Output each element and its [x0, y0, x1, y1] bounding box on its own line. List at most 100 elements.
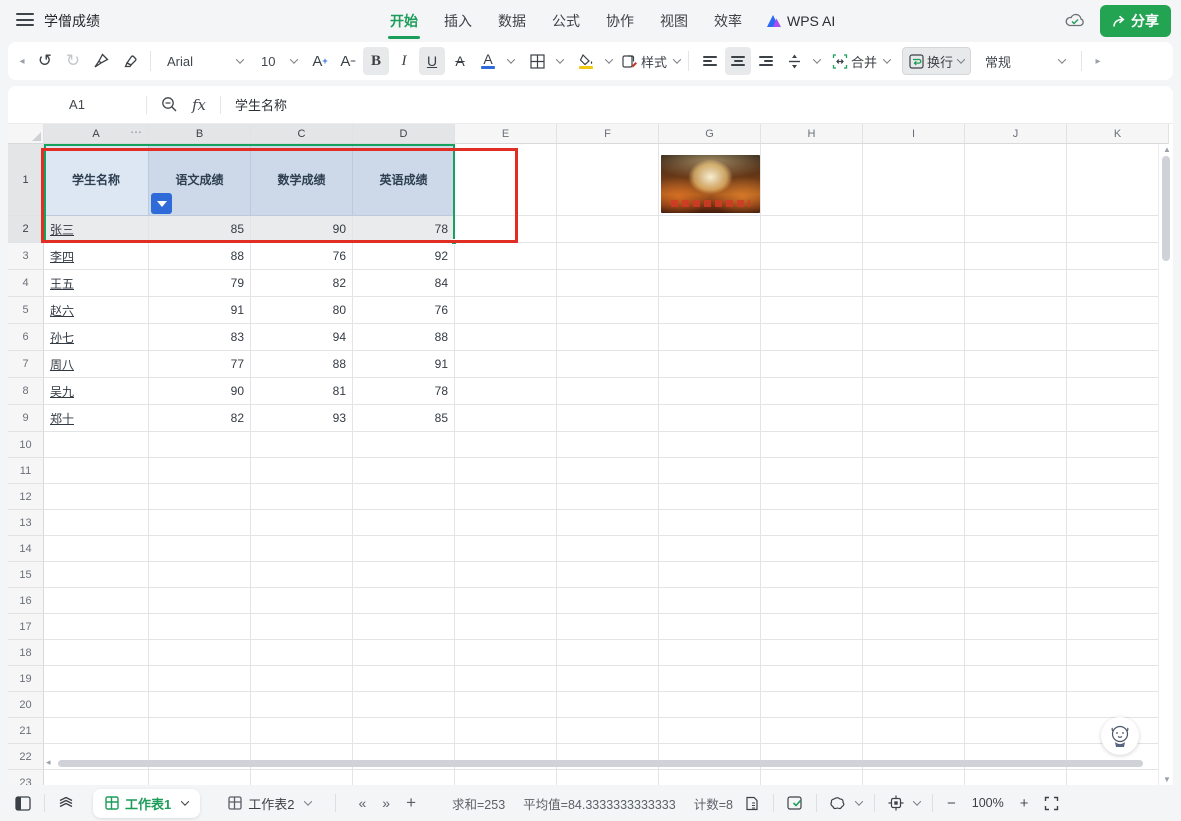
cell-C18[interactable] — [251, 640, 353, 666]
cell-I9[interactable] — [863, 405, 965, 432]
cell-B23[interactable] — [149, 770, 251, 785]
cell-E3[interactable] — [455, 243, 557, 270]
vertical-align-button[interactable] — [781, 47, 807, 75]
selection-fill-handle[interactable] — [451, 239, 457, 245]
cell-E2[interactable] — [455, 216, 557, 243]
clear-format-icon[interactable] — [116, 47, 142, 75]
cell-E11[interactable] — [455, 458, 557, 484]
locate-selection-icon[interactable] — [883, 790, 909, 816]
formula-input[interactable]: 学生名称 — [235, 95, 287, 114]
cell-I21[interactable] — [863, 718, 965, 744]
cell-H9[interactable] — [761, 405, 863, 432]
cell-E14[interactable] — [455, 536, 557, 562]
font-size-select[interactable]: 10 — [253, 47, 305, 75]
cell-G20[interactable] — [659, 692, 761, 718]
cell-K13[interactable] — [1067, 510, 1169, 536]
cell-A1[interactable]: 学生名称 — [44, 144, 149, 216]
cell-F5[interactable] — [557, 297, 659, 324]
cell-B5[interactable]: 91 — [149, 297, 251, 324]
undo-icon[interactable]: ↺ — [32, 47, 58, 75]
cell-F14[interactable] — [557, 536, 659, 562]
cell-J20[interactable] — [965, 692, 1067, 718]
cell-C17[interactable] — [251, 614, 353, 640]
cell-F18[interactable] — [557, 640, 659, 666]
select-all-corner[interactable] — [8, 124, 44, 144]
cell-B20[interactable] — [149, 692, 251, 718]
assistant-mascot[interactable] — [1101, 717, 1139, 755]
cell-F19[interactable] — [557, 666, 659, 692]
cell-C8[interactable]: 81 — [251, 378, 353, 405]
cell-G17[interactable] — [659, 614, 761, 640]
underline-button[interactable]: U — [419, 47, 445, 75]
row-header-3[interactable]: 3 — [8, 243, 44, 270]
selection-mode-icon[interactable] — [782, 790, 808, 816]
cell-K2[interactable] — [1067, 216, 1169, 243]
cell-D13[interactable] — [353, 510, 455, 536]
cell-K11[interactable] — [1067, 458, 1169, 484]
cell-I4[interactable] — [863, 270, 965, 297]
cell-G18[interactable] — [659, 640, 761, 666]
cell-F2[interactable] — [557, 216, 659, 243]
cell-E12[interactable] — [455, 484, 557, 510]
vertical-align-dropdown-icon[interactable] — [812, 55, 822, 64]
cell-J8[interactable] — [965, 378, 1067, 405]
bold-button[interactable]: B — [363, 47, 389, 75]
cell-K19[interactable] — [1067, 666, 1169, 692]
name-box[interactable]: A1 — [8, 97, 146, 112]
cell-J12[interactable] — [965, 484, 1067, 510]
cell-D17[interactable] — [353, 614, 455, 640]
cell-K17[interactable] — [1067, 614, 1169, 640]
row-header-5[interactable]: 5 — [8, 297, 44, 324]
cell-F8[interactable] — [557, 378, 659, 405]
cell-D20[interactable] — [353, 692, 455, 718]
next-sheets-button[interactable]: » — [382, 795, 390, 811]
cell-C16[interactable] — [251, 588, 353, 614]
align-right-button[interactable] — [753, 47, 779, 75]
row-header-6[interactable]: 6 — [8, 324, 44, 351]
cell-J21[interactable] — [965, 718, 1067, 744]
cell-G15[interactable] — [659, 562, 761, 588]
cell-K4[interactable] — [1067, 270, 1169, 297]
row-header-23[interactable]: 23 — [8, 770, 44, 785]
cell-G10[interactable] — [659, 432, 761, 458]
zoom-out-button[interactable]: − — [947, 795, 956, 812]
row-header-2[interactable]: 2 — [8, 216, 44, 243]
row-header-22[interactable]: 22 — [8, 744, 44, 770]
cell-I10[interactable] — [863, 432, 965, 458]
cell-A14[interactable] — [44, 536, 149, 562]
cell-A17[interactable] — [44, 614, 149, 640]
cell-C5[interactable]: 80 — [251, 297, 353, 324]
row-header-19[interactable]: 19 — [8, 666, 44, 692]
cell-G4[interactable] — [659, 270, 761, 297]
cell-G3[interactable] — [659, 243, 761, 270]
cell-F6[interactable] — [557, 324, 659, 351]
cell-J11[interactable] — [965, 458, 1067, 484]
cell-E21[interactable] — [455, 718, 557, 744]
cell-C2[interactable]: 90 — [251, 216, 353, 243]
cell-C6[interactable]: 94 — [251, 324, 353, 351]
cell-H5[interactable] — [761, 297, 863, 324]
cell-I6[interactable] — [863, 324, 965, 351]
cell-C7[interactable]: 88 — [251, 351, 353, 378]
cell-H21[interactable] — [761, 718, 863, 744]
merge-cells-button[interactable]: 合并 — [832, 47, 877, 75]
cell-F17[interactable] — [557, 614, 659, 640]
cell-G6[interactable] — [659, 324, 761, 351]
vertical-scrollbar[interactable]: ▲ ▼ — [1158, 144, 1173, 785]
shape-lasso-icon[interactable] — [825, 790, 851, 816]
cell-I3[interactable] — [863, 243, 965, 270]
cell-A18[interactable] — [44, 640, 149, 666]
row-header-9[interactable]: 9 — [8, 405, 44, 432]
column-header-C[interactable]: C — [251, 124, 353, 144]
cell-B7[interactable]: 77 — [149, 351, 251, 378]
cell-H7[interactable] — [761, 351, 863, 378]
font-color-button[interactable]: A — [475, 47, 501, 75]
row-header-21[interactable]: 21 — [8, 718, 44, 744]
format-painter-icon[interactable] — [88, 47, 114, 75]
cell-G11[interactable] — [659, 458, 761, 484]
cell-E1[interactable] — [455, 144, 557, 216]
cell-C4[interactable]: 82 — [251, 270, 353, 297]
cell-J10[interactable] — [965, 432, 1067, 458]
ribbon-collapse-icon[interactable]: ◂ — [14, 47, 30, 75]
cell-C20[interactable] — [251, 692, 353, 718]
